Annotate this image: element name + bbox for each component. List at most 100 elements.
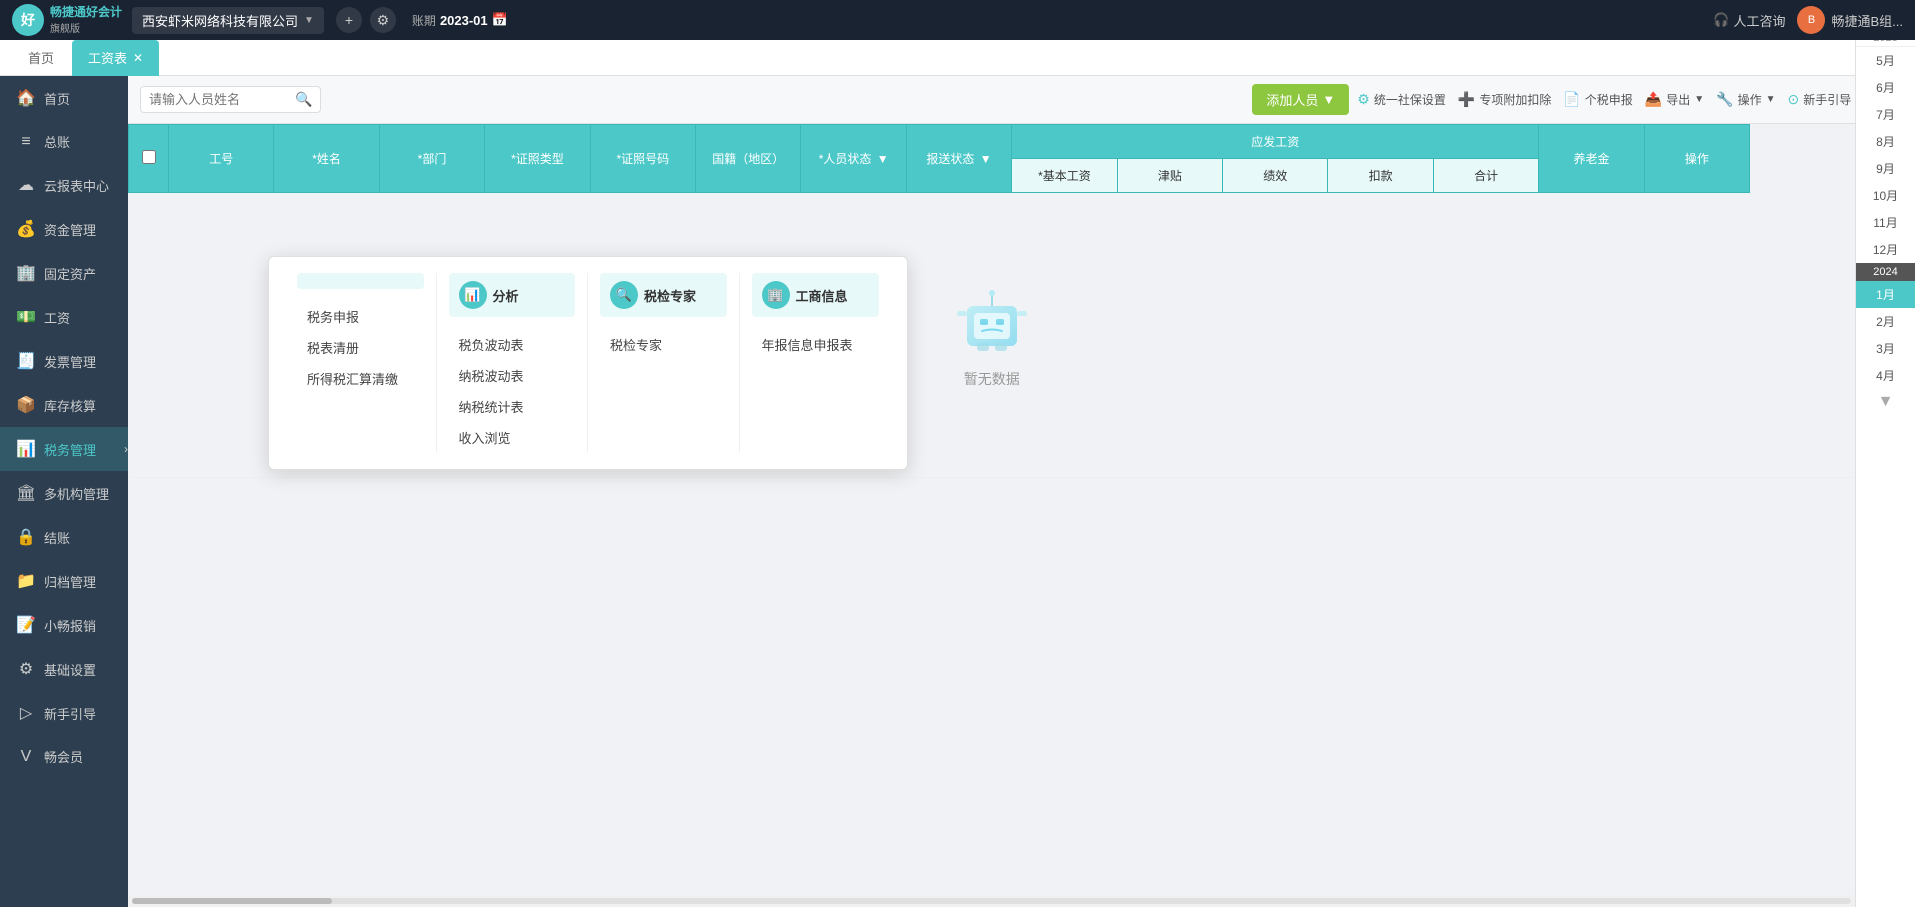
dropdown-item-tax-stat[interactable]: 纳税统计表 xyxy=(449,391,576,422)
sidebar: 🏠 首页 ≡ 总账 ☁ 云报表中心 💰 资金管理 🏢 固定资产 💵 工资 🧾 发… xyxy=(0,76,128,907)
sidebar-item-guide[interactable]: ▷ 新手引导 xyxy=(0,691,128,735)
add-dropdown-arrow: ▼ xyxy=(1322,92,1335,107)
search-icon: 🔍 xyxy=(295,91,312,108)
cal-month-6[interactable]: 6月 xyxy=(1856,74,1915,101)
horizontal-scrollbar[interactable] xyxy=(128,895,1855,907)
th-pension: 养老金 xyxy=(1539,125,1644,193)
company-dropdown-arrow: ▼ xyxy=(304,15,314,26)
table-container: 工号 *姓名 *部门 *证照类型 *证照号码 国籍（地区） *人员状态 ▼ 报送… xyxy=(128,124,1855,907)
th-emp-id: 工号 xyxy=(169,125,274,193)
dropdown-item-annual-report[interactable]: 年报信息申报表 xyxy=(752,329,880,360)
sidebar-item-settings[interactable]: ⚙ 基础设置 xyxy=(0,647,128,691)
period-calendar-icon[interactable]: 📅 xyxy=(492,12,508,28)
dropdown-item-tax-pay-wave[interactable]: 纳税波动表 xyxy=(449,360,576,391)
cal-month-2024-2[interactable]: 2月 xyxy=(1856,308,1915,335)
tab-home[interactable]: 首页 xyxy=(12,40,70,76)
dropdown-col-business-info: 🏢 工商信息 年报信息申报表 xyxy=(740,273,892,453)
operate-btn[interactable]: 🔧 操作 ▼ xyxy=(1716,91,1775,108)
export-arrow: ▼ xyxy=(1694,94,1704,105)
sidebar-item-inventory[interactable]: 📦 库存核算 xyxy=(0,383,128,427)
guide-icon: ▷ xyxy=(16,703,36,723)
fund-icon: 💰 xyxy=(16,219,36,239)
add-person-btn[interactable]: 添加人员 ▼ xyxy=(1252,84,1349,115)
dropdown-item-tax-table-clear[interactable]: 税表清册 xyxy=(297,332,424,363)
cal-month-9[interactable]: 9月 xyxy=(1856,155,1915,182)
tab-salary[interactable]: 工资表 ✕ xyxy=(72,40,159,76)
logo-area: 好 畅捷通好会计 旗舰版 xyxy=(12,4,132,36)
th-person-status: *人员状态 ▼ xyxy=(801,125,906,193)
select-all-checkbox[interactable] xyxy=(142,150,156,164)
close-period-icon: 🔒 xyxy=(16,527,36,547)
scrollbar-thumb[interactable] xyxy=(132,898,332,904)
company-selector[interactable]: 西安虾米网络科技有限公司 ▼ xyxy=(132,7,324,34)
headset-icon: 🎧 xyxy=(1713,12,1729,28)
select-all-th xyxy=(129,125,169,193)
sidebar-item-tax[interactable]: 📊 税务管理 › xyxy=(0,427,128,471)
th-cert-no: *证照号码 xyxy=(590,125,695,193)
calendar-down-btn[interactable]: ▼ xyxy=(1874,389,1898,415)
th-name: *姓名 xyxy=(274,125,379,193)
no-data-illustration xyxy=(952,281,1032,361)
sidebar-item-ledger[interactable]: ≡ 总账 xyxy=(0,120,128,163)
toolbar-actions: ⚙ 统一社保设置 ➕ 专项附加扣除 📄 个税申报 📤 导出 ▼ 🔧 xyxy=(1357,91,1903,108)
cal-month-5[interactable]: 5月 xyxy=(1856,47,1915,74)
cal-month-2024-4[interactable]: 4月 xyxy=(1856,362,1915,389)
dropdown-col-analysis: 📊 分析 税负波动表 纳税波动表 纳税统计表 收入浏览 xyxy=(437,273,589,453)
th-allowance: 津贴 xyxy=(1117,159,1222,193)
cal-month-2024-3[interactable]: 3月 xyxy=(1856,335,1915,362)
invoice-icon: 🧾 xyxy=(16,351,36,371)
export-icon: 📤 xyxy=(1645,91,1662,108)
th-report-status: 报送状态 ▼ xyxy=(906,125,1011,193)
sidebar-item-mini-report[interactable]: 📝 小畅报销 xyxy=(0,603,128,647)
sidebar-item-fixed-assets[interactable]: 🏢 固定资产 xyxy=(0,251,128,295)
cal-month-2024-1[interactable]: 1月 xyxy=(1856,281,1915,308)
dropdown-item-tax-check[interactable]: 税检专家 xyxy=(600,329,727,360)
export-btn[interactable]: 📤 导出 ▼ xyxy=(1645,91,1704,108)
special-deduct-btn[interactable]: ➕ 专项附加扣除 xyxy=(1458,91,1551,108)
salary-icon: 💵 xyxy=(16,307,36,327)
cal-month-7[interactable]: 7月 xyxy=(1856,101,1915,128)
sidebar-item-member[interactable]: V 畅会员 xyxy=(0,735,128,778)
header-quick-actions: + ⚙ xyxy=(336,7,396,33)
dropdown-col-tax-expert: 🔍 税检专家 税检专家 xyxy=(588,273,740,453)
settings-gear-btn[interactable]: ⚙ xyxy=(370,7,396,33)
year-2024-marker: 2024 xyxy=(1856,263,1915,281)
user-info[interactable]: B 畅捷通B组... xyxy=(1797,6,1903,34)
dropdown-item-tax-declaration[interactable]: 税务申报 xyxy=(297,301,424,332)
cal-month-12[interactable]: 12月 xyxy=(1856,236,1915,263)
social-insurance-btn[interactable]: ⚙ 统一社保设置 xyxy=(1357,91,1446,108)
sidebar-item-archive[interactable]: 📁 归档管理 xyxy=(0,559,128,603)
help-btn[interactable]: 🎧 人工咨询 xyxy=(1713,11,1785,30)
dropdown-item-tax-wave[interactable]: 税负波动表 xyxy=(449,329,576,360)
personal-tax-btn[interactable]: 📄 个税申报 xyxy=(1563,91,1632,108)
sidebar-item-close[interactable]: 🔒 结账 xyxy=(0,515,128,559)
content-area: 🔍 添加人员 ▼ ⚙ 统一社保设置 ➕ 专项附加扣除 📄 个税申报 xyxy=(128,76,1915,907)
sidebar-item-cloud-report[interactable]: ☁ 云报表中心 xyxy=(0,163,128,207)
dropdown-item-income-tax-calc[interactable]: 所得税汇算清缴 xyxy=(297,363,424,394)
sidebar-item-invoice[interactable]: 🧾 发票管理 xyxy=(0,339,128,383)
sidebar-item-home[interactable]: 🏠 首页 xyxy=(0,76,128,120)
header-right: 🎧 人工咨询 B 畅捷通B组... xyxy=(1713,6,1903,34)
tax-expert-icon: 🔍 xyxy=(610,281,638,309)
cal-month-8[interactable]: 8月 xyxy=(1856,128,1915,155)
dropdown-col-declaration: 税务申报 税表清册 所得税汇算清缴 xyxy=(285,273,437,453)
dropdown-grid: 税务申报 税表清册 所得税汇算清缴 📊 分析 税负波动表 纳税波动表 纳税统计表… xyxy=(285,273,891,453)
sidebar-item-fund[interactable]: 💰 资金管理 xyxy=(0,207,128,251)
archive-icon: 📁 xyxy=(16,571,36,591)
guide-btn[interactable]: ⊙ 新手引导 xyxy=(1788,91,1852,108)
tax-icon: 📊 xyxy=(16,439,36,459)
member-icon: V xyxy=(16,748,36,766)
report-filter-icon[interactable]: ▼ xyxy=(980,152,992,166)
dropdown-item-income-browse[interactable]: 收入浏览 xyxy=(449,422,576,453)
status-filter-icon[interactable]: ▼ xyxy=(877,152,889,166)
add-company-btn[interactable]: + xyxy=(336,7,362,33)
th-dept: *部门 xyxy=(379,125,484,193)
sidebar-item-multi-org[interactable]: 🏛 多机构管理 xyxy=(0,471,128,515)
search-input[interactable] xyxy=(149,92,289,107)
th-performance: 绩效 xyxy=(1223,159,1328,193)
analysis-icon: 📊 xyxy=(459,281,487,309)
tab-close-icon[interactable]: ✕ xyxy=(133,51,143,65)
sidebar-item-salary[interactable]: 💵 工资 xyxy=(0,295,128,339)
cal-month-11[interactable]: 11月 xyxy=(1856,209,1915,236)
cal-month-10[interactable]: 10月 xyxy=(1856,182,1915,209)
